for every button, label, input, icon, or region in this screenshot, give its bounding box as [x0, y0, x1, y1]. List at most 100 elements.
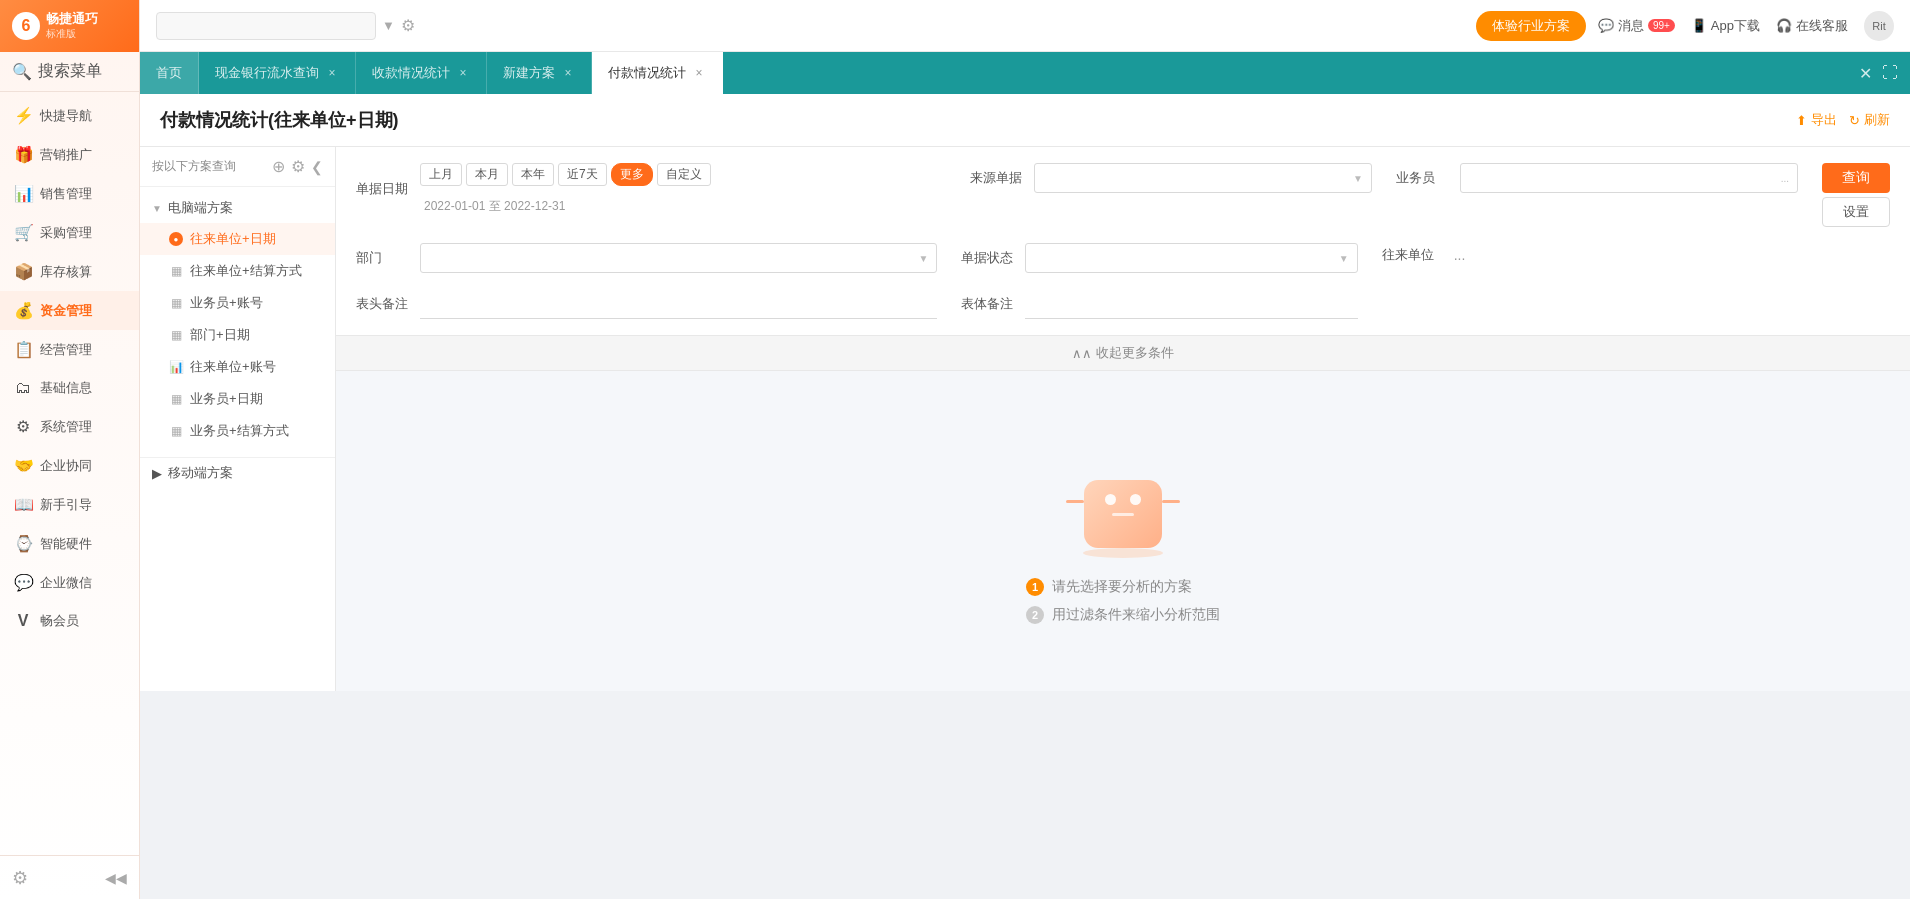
page-content: 付款情况统计(往来单位+日期) ⬆ 导出 ↻ 刷新 按以下方案查询 [140, 94, 1910, 899]
tab-receipt-close[interactable]: × [456, 66, 470, 80]
app-download-action[interactable]: 📱 App下载 [1691, 17, 1760, 35]
tab-receipt-stats[interactable]: 收款情况统计 × [356, 52, 487, 94]
tab-payment-close[interactable]: × [692, 66, 706, 80]
sidebar-item-member[interactable]: V 畅会员 [0, 602, 139, 640]
schema-icon: ▦ [168, 295, 184, 311]
collapse-panel-btn[interactable]: ❮ [311, 159, 323, 175]
message-action[interactable]: 💬 消息 99+ [1598, 17, 1675, 35]
member-icon: V [14, 612, 32, 630]
sidebar-nav: ⚡ 快捷导航 🎁 营销推广 📊 销售管理 🛒 采购管理 📦 库存核算 💰 资金管… [0, 92, 139, 855]
left-panel-header: 按以下方案查询 ⊕ ⚙ ❮ [140, 147, 335, 187]
main-area: ▼ ⚙ 体验行业方案 💬 消息 99+ 📱 App下载 🎧 在线客服 Rit [140, 0, 1910, 899]
sidebar-item-operations[interactable]: 📋 经营管理 [0, 330, 139, 369]
tab-home[interactable]: 首页 [140, 52, 199, 94]
header-note-input[interactable] [420, 289, 937, 319]
topbar-actions: 💬 消息 99+ 📱 App下载 🎧 在线客服 Rit [1598, 11, 1894, 41]
mobile-section-header[interactable]: ▶ 移动端方案 [140, 457, 335, 488]
tab-close-all-btn[interactable]: ✕ [1855, 64, 1876, 83]
tab-payment-label: 付款情况统计 [608, 64, 686, 82]
sidebar-item-system[interactable]: ⚙ 系统管理 [0, 407, 139, 446]
status-label: 单据状态 [961, 249, 1017, 267]
sidebar-item-label: 经营管理 [40, 341, 92, 359]
export-btn[interactable]: ⬆ 导出 [1796, 111, 1837, 129]
trial-btn[interactable]: 体验行业方案 [1476, 11, 1586, 41]
desktop-section-label: 电脑端方案 [168, 199, 233, 217]
source-select[interactable]: ▼ [1034, 163, 1372, 193]
schema-item-contact-settlement[interactable]: ▦ 往来单位+结算方式 [140, 255, 335, 287]
address-dropdown-icon[interactable]: ▼ [382, 18, 395, 33]
search-menu[interactable]: 🔍 搜索菜单 [0, 52, 139, 92]
contact-control: ... [1446, 243, 1778, 267]
query-btn[interactable]: 查询 [1822, 163, 1890, 193]
schema-item-contact-account[interactable]: 📊 往来单位+账号 [140, 351, 335, 383]
status-select[interactable]: ▼ [1025, 243, 1357, 273]
sidebar-item-label: 企业协同 [40, 457, 92, 475]
tab-receipt-label: 收款情况统计 [372, 64, 450, 82]
user-avatar[interactable]: Rit [1864, 11, 1894, 41]
sidebar-item-purchase[interactable]: 🛒 采购管理 [0, 213, 139, 252]
schema-item-staff-settlement[interactable]: ▦ 业务员+结算方式 [140, 415, 335, 447]
date-btn-this-year[interactable]: 本年 [512, 163, 554, 186]
tab-spacer [723, 52, 1847, 94]
message-badge: 99+ [1648, 19, 1675, 32]
mobile-arrow-icon: ▶ [152, 466, 162, 481]
contact-ellipsis-btn[interactable]: ... [1446, 243, 1474, 267]
operations-icon: 📋 [14, 340, 32, 359]
schema-item-dept-date[interactable]: ▦ 部门+日期 [140, 319, 335, 351]
body-note-input[interactable] [1025, 289, 1357, 319]
schema-item-contact-date[interactable]: ● 往来单位+日期 [140, 223, 335, 255]
collapse-chevron-icon: ∧∧ [1072, 346, 1092, 361]
schema-icon: 📊 [168, 359, 184, 375]
app-label: App下载 [1711, 17, 1760, 35]
settings-schema-btn[interactable]: ⚙ [291, 157, 305, 176]
sidebar-item-marketing[interactable]: 🎁 营销推广 [0, 135, 139, 174]
sidebar-item-guide[interactable]: 📖 新手引导 [0, 485, 139, 524]
collapse-bar[interactable]: ∧∧ 收起更多条件 [336, 335, 1910, 371]
schema-item-staff-account[interactable]: ▦ 业务员+账号 [140, 287, 335, 319]
date-btn-7days[interactable]: 近7天 [558, 163, 607, 186]
schema-icon: ▦ [168, 423, 184, 439]
sidebar-item-basic-info[interactable]: 🗂 基础信息 [0, 369, 139, 407]
tab-bank[interactable]: 现金银行流水查询 × [199, 52, 356, 94]
tab-bank-close[interactable]: × [325, 66, 339, 80]
tab-new-plan[interactable]: 新建方案 × [487, 52, 592, 94]
sidebar-item-coop[interactable]: 🤝 企业协同 [0, 446, 139, 485]
tab-maximize-btn[interactable]: ⛶ [1878, 64, 1902, 82]
collapse-icon[interactable]: ◀◀ [105, 870, 127, 886]
tab-new-plan-close[interactable]: × [561, 66, 575, 80]
robot-eyes [1084, 480, 1162, 505]
sidebar-item-inventory[interactable]: 📦 库存核算 [0, 252, 139, 291]
sidebar-item-hardware[interactable]: ⌚ 智能硬件 [0, 524, 139, 563]
settings-icon[interactable]: ⚙ [12, 867, 28, 889]
address-bar: ▼ ⚙ [156, 12, 1464, 40]
sidebar-item-quick-nav[interactable]: ⚡ 快捷导航 [0, 96, 139, 135]
date-btn-custom[interactable]: 自定义 [657, 163, 711, 186]
date-btn-more[interactable]: 更多 [611, 163, 653, 186]
refresh-btn[interactable]: ↻ 刷新 [1849, 111, 1890, 129]
source-control: ▼ [1034, 163, 1372, 193]
marketing-icon: 🎁 [14, 145, 32, 164]
desktop-section-header[interactable]: ▼ 电脑端方案 [140, 193, 335, 223]
settings-icon[interactable]: ⚙ [401, 16, 415, 35]
tab-payment-stats[interactable]: 付款情况统计 × [592, 52, 723, 94]
robot-arm-right [1162, 500, 1180, 503]
online-service-action[interactable]: 🎧 在线客服 [1776, 17, 1848, 35]
sidebar-item-finance[interactable]: 💰 资金管理 [0, 291, 139, 330]
staff-control: ... [1460, 163, 1798, 193]
sidebar-item-sales[interactable]: 📊 销售管理 [0, 174, 139, 213]
date-btn-last-month[interactable]: 上月 [420, 163, 462, 186]
staff-select[interactable]: ... [1460, 163, 1798, 193]
sidebar-item-weixin[interactable]: 💬 企业微信 [0, 563, 139, 602]
body-note-control [1025, 289, 1357, 319]
schema-item-staff-date[interactable]: ▦ 业务员+日期 [140, 383, 335, 415]
empty-hints: 1 请先选择要分析的方案 2 用过滤条件来缩小分析范围 [1026, 578, 1220, 624]
logo-sub: 标准版 [46, 27, 98, 41]
sidebar-item-label: 智能硬件 [40, 535, 92, 553]
add-schema-btn[interactable]: ⊕ [272, 157, 285, 176]
date-btn-this-month[interactable]: 本月 [466, 163, 508, 186]
dept-select[interactable]: ▼ [420, 243, 937, 273]
date-field: 单据日期 上月 本月 本年 近7天 更多 自定义 [356, 163, 946, 215]
settings-btn[interactable]: 设置 [1822, 197, 1890, 227]
source-field: 来源单据 ▼ [970, 163, 1372, 193]
sidebar-item-label: 基础信息 [40, 379, 92, 397]
